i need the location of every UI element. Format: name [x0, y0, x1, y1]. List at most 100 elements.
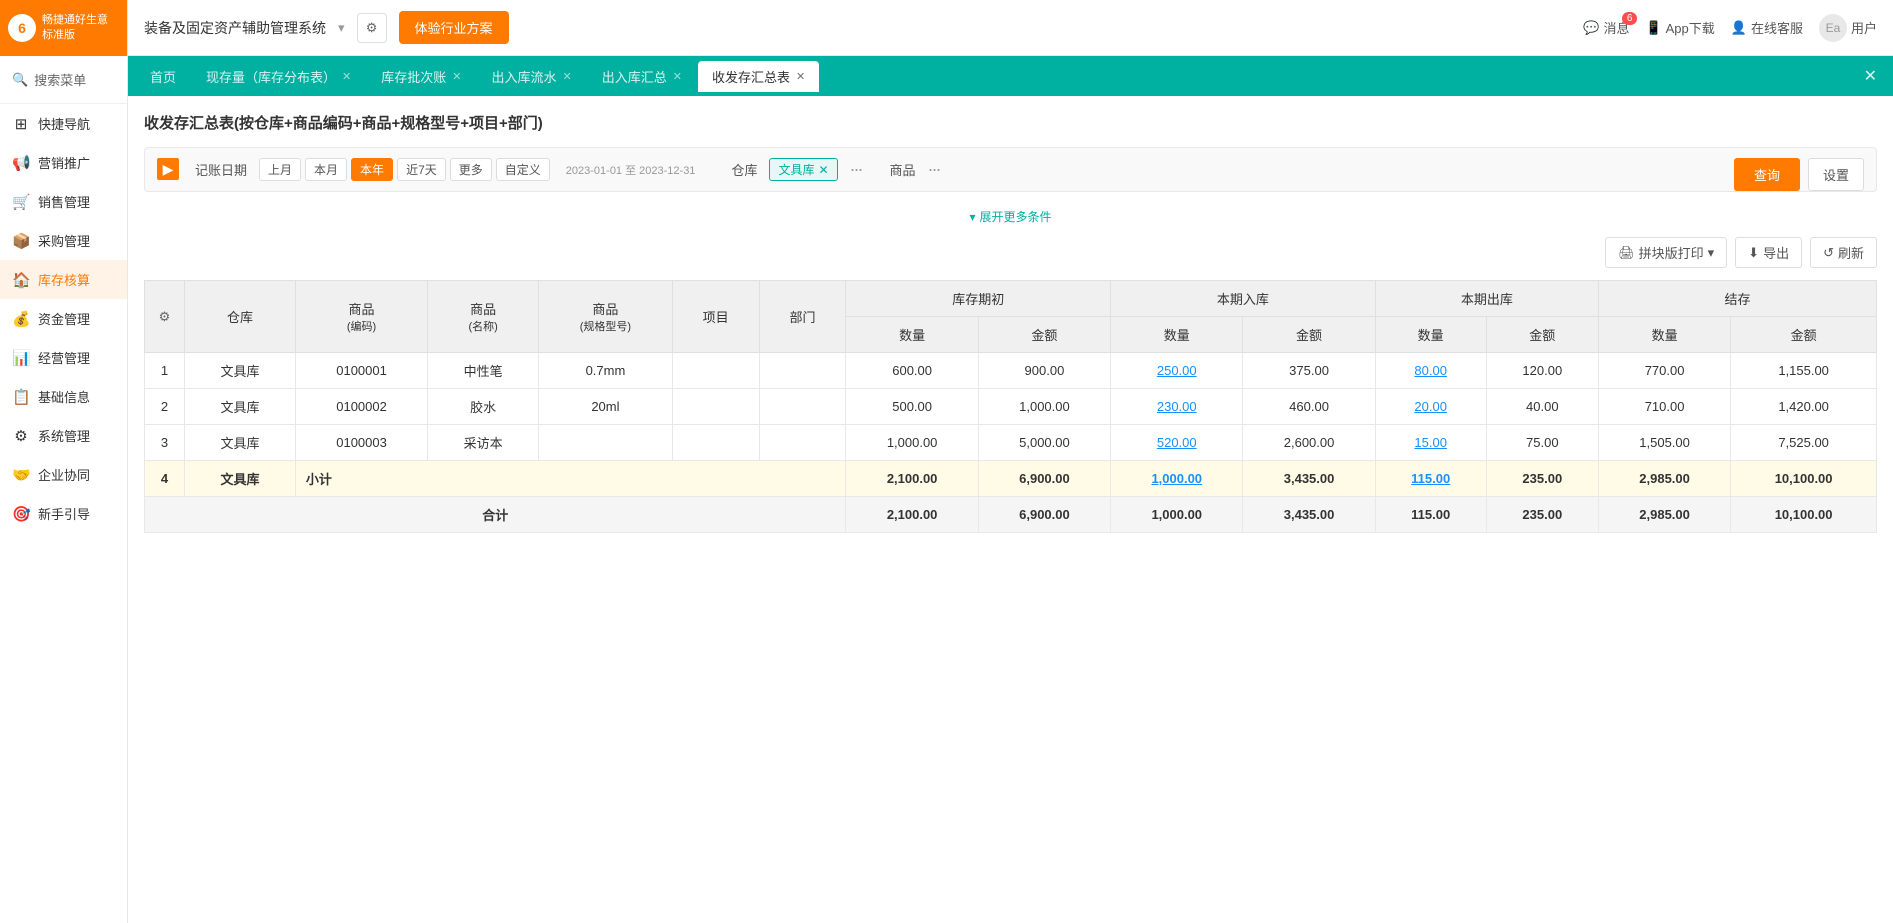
- cell-in-qty[interactable]: 520.00: [1111, 425, 1243, 461]
- sidebar-item-sales[interactable]: 🛒 销售管理: [0, 182, 127, 221]
- cell-project: [672, 353, 759, 389]
- sidebar-item-enterprise[interactable]: 🤝 企业协同: [0, 455, 127, 494]
- cell-balance-amt: 1,420.00: [1731, 389, 1877, 425]
- cell-project: [672, 389, 759, 425]
- cell-balance-qty: 1,505.00: [1598, 425, 1730, 461]
- tab-bar-close-button[interactable]: ✕: [1856, 66, 1885, 86]
- service-icon: 👤: [1731, 20, 1747, 36]
- th-out-group: 本期出库: [1375, 281, 1598, 317]
- subtotal-balance-amt: 10,100.00: [1731, 461, 1877, 497]
- refresh-button[interactable]: ↺ 刷新: [1810, 237, 1877, 268]
- logo-text: 畅捷通好生意 标准版: [42, 13, 108, 44]
- search-menu-button[interactable]: 🔍 搜索菜单: [8, 64, 119, 95]
- th-in-qty: 数量: [1111, 317, 1243, 353]
- tab-close-recv-send[interactable]: ✕: [796, 70, 805, 83]
- th-in-group: 本期入库: [1111, 281, 1376, 317]
- th-goods-code: 商品(编码): [295, 281, 427, 353]
- subtotal-opening-qty: 2,100.00: [846, 461, 978, 497]
- th-balance-group: 结存: [1598, 281, 1876, 317]
- date-btn-more[interactable]: 更多: [450, 158, 492, 181]
- subtotal-warehouse: 文具库: [185, 461, 296, 497]
- tab-close-summary[interactable]: ✕: [673, 70, 682, 83]
- cell-balance-qty: 770.00: [1598, 353, 1730, 389]
- cell-opening-amt: 5,000.00: [978, 425, 1110, 461]
- cell-in-qty[interactable]: 230.00: [1111, 389, 1243, 425]
- tab-flow[interactable]: 出入库流水 ✕: [477, 61, 585, 92]
- date-btn-custom[interactable]: 自定义: [496, 158, 550, 181]
- settings-gear-button[interactable]: ⚙: [357, 13, 387, 43]
- sidebar-item-quick-nav[interactable]: ⊞ 快捷导航: [0, 104, 127, 143]
- warehouse-tag-remove[interactable]: ✕: [818, 163, 828, 177]
- filter-content: 记账日期 上月 本月 本年 近7天 更多 自定义 2023-01-01 至 20…: [195, 158, 1864, 181]
- sidebar-item-basic[interactable]: 📋 基础信息: [0, 377, 127, 416]
- export-button[interactable]: ⬇ 导出: [1735, 237, 1802, 268]
- tab-close-inventory-dist[interactable]: ✕: [342, 70, 351, 83]
- query-button[interactable]: 查询: [1734, 158, 1800, 191]
- tab-recv-send[interactable]: 收发存汇总表 ✕: [698, 61, 819, 92]
- sidebar-item-finance[interactable]: 💰 资金管理: [0, 299, 127, 338]
- marketing-icon: 📢: [12, 154, 30, 172]
- goods-filter-label: 商品: [890, 160, 916, 179]
- sidebar-item-system[interactable]: ⚙ 系统管理: [0, 416, 127, 455]
- subtotal-in-amt: 3,435.00: [1243, 461, 1375, 497]
- th-opening-amt: 金额: [978, 317, 1110, 353]
- subtotal-in-qty[interactable]: 1,000.00: [1111, 461, 1243, 497]
- tab-close-flow[interactable]: ✕: [563, 70, 572, 83]
- date-btn-7days[interactable]: 近7天: [397, 158, 446, 181]
- online-service-button[interactable]: 👤 在线客服: [1731, 18, 1803, 37]
- chevron-down-icon: ▾: [969, 210, 975, 224]
- user-menu-button[interactable]: Ea 用户: [1819, 14, 1877, 42]
- print-dropdown-icon: ▾: [1708, 245, 1715, 261]
- refresh-icon: ↺: [1823, 245, 1834, 261]
- filter-toggle-button[interactable]: ▶: [157, 158, 179, 180]
- cell-in-qty[interactable]: 250.00: [1111, 353, 1243, 389]
- sidebar-item-operations[interactable]: 📊 经营管理: [0, 338, 127, 377]
- expand-more-button[interactable]: ▾ 展开更多条件: [961, 204, 1059, 229]
- date-btn-this-year[interactable]: 本年: [351, 158, 393, 181]
- total-balance-qty: 2,985.00: [1598, 497, 1730, 533]
- tab-summary[interactable]: 出入库汇总 ✕: [588, 61, 696, 92]
- th-warehouse: 仓库: [185, 281, 296, 353]
- cell-out-qty[interactable]: 20.00: [1375, 389, 1486, 425]
- date-btn-this-month[interactable]: 本月: [305, 158, 347, 181]
- table-gear-icon[interactable]: ⚙: [159, 309, 171, 324]
- cell-goods-spec: [539, 425, 673, 461]
- trial-button[interactable]: 体验行业方案: [399, 11, 509, 44]
- goods-more-icon[interactable]: ···: [928, 159, 940, 180]
- cell-num: 3: [145, 425, 185, 461]
- app-download-button[interactable]: 📱 App下载: [1645, 18, 1714, 37]
- cell-out-qty[interactable]: 15.00: [1375, 425, 1486, 461]
- cell-opening-amt: 900.00: [978, 353, 1110, 389]
- sidebar-item-inventory[interactable]: 🏠 库存核算: [0, 260, 127, 299]
- total-label: 合计: [145, 497, 846, 533]
- guide-icon: 🎯: [12, 505, 30, 523]
- tab-home[interactable]: 首页: [136, 61, 190, 92]
- date-filter-label: 记账日期: [195, 160, 247, 179]
- subtotal-out-qty[interactable]: 115.00: [1375, 461, 1486, 497]
- date-btn-last-month[interactable]: 上月: [259, 158, 301, 181]
- tab-inventory-dist[interactable]: 现存量（库存分布表） ✕: [192, 61, 365, 92]
- system-title: 装备及固定资产辅助管理系统: [144, 18, 326, 38]
- cell-in-amt: 375.00: [1243, 353, 1375, 389]
- tab-bar: 首页 现存量（库存分布表） ✕ 库存批次账 ✕ 出入库流水 ✕ 出入库汇总 ✕ …: [128, 56, 1893, 96]
- total-opening-amt: 6,900.00: [978, 497, 1110, 533]
- message-icon: 💬: [1583, 20, 1599, 36]
- cell-dept: [759, 353, 846, 389]
- cell-balance-amt: 7,525.00: [1731, 425, 1877, 461]
- purchase-icon: 📦: [12, 232, 30, 250]
- filter-settings-button[interactable]: 设置: [1808, 158, 1864, 191]
- sidebar-item-purchase[interactable]: 📦 采购管理: [0, 221, 127, 260]
- cell-out-qty[interactable]: 80.00: [1375, 353, 1486, 389]
- page-content: 收发存汇总表(按仓库+商品编码+商品+规格型号+项目+部门) ▶ 记账日期 上月…: [128, 96, 1893, 923]
- warehouse-more-icon[interactable]: ···: [850, 159, 862, 180]
- tab-close-batch[interactable]: ✕: [452, 70, 461, 83]
- tab-batch[interactable]: 库存批次账 ✕: [367, 61, 475, 92]
- table-row: 2 文具库 0100002 胶水 20ml 500.00 1,000.00 23…: [145, 389, 1877, 425]
- sidebar-item-marketing[interactable]: 📢 营销推广: [0, 143, 127, 182]
- messages-button[interactable]: 💬 消息 6: [1583, 18, 1629, 37]
- print-button[interactable]: 🖨 拼块版打印 ▾: [1605, 237, 1727, 268]
- header-right: 💬 消息 6 📱 App下载 👤 在线客服 Ea 用户: [1583, 14, 1877, 42]
- sidebar-logo: 6 畅捷通好生意 标准版: [0, 0, 127, 56]
- cell-in-amt: 460.00: [1243, 389, 1375, 425]
- sidebar-item-guide[interactable]: 🎯 新手引导: [0, 494, 127, 533]
